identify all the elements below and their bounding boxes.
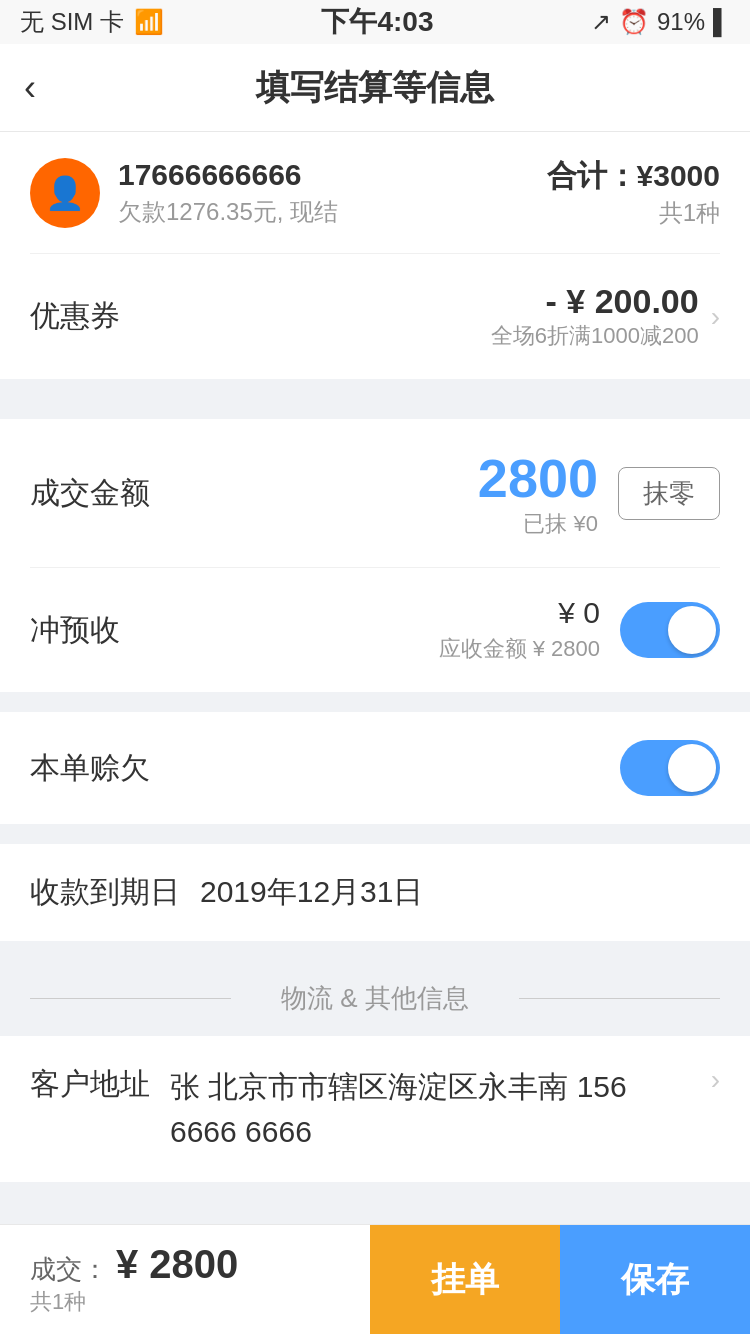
duedate-label: 收款到期日: [30, 872, 180, 913]
save-button[interactable]: 保存: [560, 1225, 750, 1335]
debt-label: 本单赊欠: [30, 748, 150, 789]
debt-toggle[interactable]: [620, 740, 720, 796]
address-section[interactable]: 客户地址 张 北京市市辖区海淀区永丰南 156 6666 6666 ›: [0, 1036, 750, 1182]
section-header-text: 物流 & 其他信息: [281, 981, 469, 1016]
battery-percent: 91%: [657, 8, 705, 36]
location-icon: ↗: [591, 8, 611, 36]
hold-button[interactable]: 挂单: [370, 1225, 560, 1335]
status-left: 无 SIM 卡 📶: [20, 6, 164, 38]
deal-amount-right: 2800 已抹 ¥0 抹零: [478, 447, 720, 539]
total-count: 共1种: [547, 197, 720, 229]
summary-label: 成交：: [30, 1252, 108, 1287]
section-header-line-right: [519, 998, 720, 999]
bottom-bar: 成交： ¥ 2800 共1种 挂单 保存: [0, 1224, 750, 1334]
user-row: 👤 17666666666 欠款1276.35元, 现结 合计：¥3000 共1…: [0, 132, 750, 253]
prepay-value: ¥ 0: [439, 596, 600, 630]
duedate-value: 2019年12月31日: [200, 872, 423, 913]
nav-bar: ‹ 填写结算等信息: [0, 44, 750, 132]
toggle-knob: [668, 606, 716, 654]
coupon-desc: 全场6折满1000减200: [491, 321, 699, 351]
address-label: 客户地址: [30, 1064, 150, 1105]
wifi-icon: 📶: [134, 8, 164, 36]
duedate-section: 收款到期日 2019年12月31日: [0, 844, 750, 941]
gray-separator-1: [0, 399, 750, 419]
deal-amount-value: 2800: [478, 447, 598, 509]
prepay-sub: 应收金额 ¥ 2800: [439, 634, 600, 664]
round-off-button[interactable]: 抹零: [618, 467, 720, 520]
battery-icon: ▌: [713, 8, 730, 36]
gray-separator-2: [0, 692, 750, 712]
user-left: 👤 17666666666 欠款1276.35元, 现结: [30, 158, 338, 228]
avatar: 👤: [30, 158, 100, 228]
debt-section: 本单赊欠: [0, 712, 750, 824]
section-header-line-left: [30, 998, 231, 999]
section-header: 物流 & 其他信息: [0, 961, 750, 1036]
summary-amount: ¥ 2800: [116, 1242, 238, 1287]
amount-section: 成交金额 2800 已抹 ¥0 抹零 冲预收 ¥ 0 应收金额 ¥ 2800: [0, 419, 750, 692]
coupon-right: - ¥ 200.00 全场6折满1000减200 ›: [491, 282, 720, 351]
prepay-toggle[interactable]: [620, 602, 720, 658]
prepay-row: 冲预收 ¥ 0 应收金额 ¥ 2800: [30, 568, 720, 692]
deal-amount-row: 成交金额 2800 已抹 ¥0 抹零: [30, 419, 720, 568]
chevron-right-icon: ›: [711, 301, 720, 333]
coupon-row[interactable]: 优惠券 - ¥ 200.00 全场6折满1000减200 ›: [0, 254, 750, 379]
status-bar: 无 SIM 卡 📶 下午4:03 ↗ ⏰ 91% ▌: [0, 0, 750, 44]
deal-amount-label: 成交金额: [30, 473, 150, 514]
deal-amount-sub: 已抹 ¥0: [478, 509, 598, 539]
back-button[interactable]: ‹: [24, 67, 36, 109]
address-value: 张 北京市市辖区海淀区永丰南 156 6666 6666: [170, 1064, 691, 1154]
prepay-right: ¥ 0 应收金额 ¥ 2800: [439, 596, 720, 664]
user-right: 合计：¥3000 共1种: [547, 156, 720, 229]
user-info-text: 17666666666 欠款1276.35元, 现结: [118, 158, 338, 228]
content-area: 👤 17666666666 欠款1276.35元, 现结 合计：¥3000 共1…: [0, 132, 750, 1322]
user-info-card: 👤 17666666666 欠款1276.35元, 现结 合计：¥3000 共1…: [0, 132, 750, 379]
summary-count: 共1种: [30, 1287, 340, 1317]
coupon-discount: - ¥ 200.00: [491, 282, 699, 321]
signal-text: 无 SIM 卡: [20, 6, 124, 38]
coupon-label: 优惠券: [30, 296, 120, 337]
prepay-label: 冲预收: [30, 610, 120, 651]
page-title: 填写结算等信息: [256, 65, 494, 111]
debt-toggle-knob: [668, 744, 716, 792]
address-chevron-icon: ›: [711, 1064, 720, 1096]
alarm-icon: ⏰: [619, 8, 649, 36]
status-right: ↗ ⏰ 91% ▌: [591, 8, 730, 36]
bottom-summary: 成交： ¥ 2800 共1种: [0, 1242, 370, 1317]
user-debt-note: 欠款1276.35元, 现结: [118, 196, 338, 228]
total-amount: 合计：¥3000: [547, 156, 720, 197]
user-phone: 17666666666: [118, 158, 338, 192]
status-time: 下午4:03: [321, 3, 433, 41]
bottom-summary-top: 成交： ¥ 2800: [30, 1242, 340, 1287]
